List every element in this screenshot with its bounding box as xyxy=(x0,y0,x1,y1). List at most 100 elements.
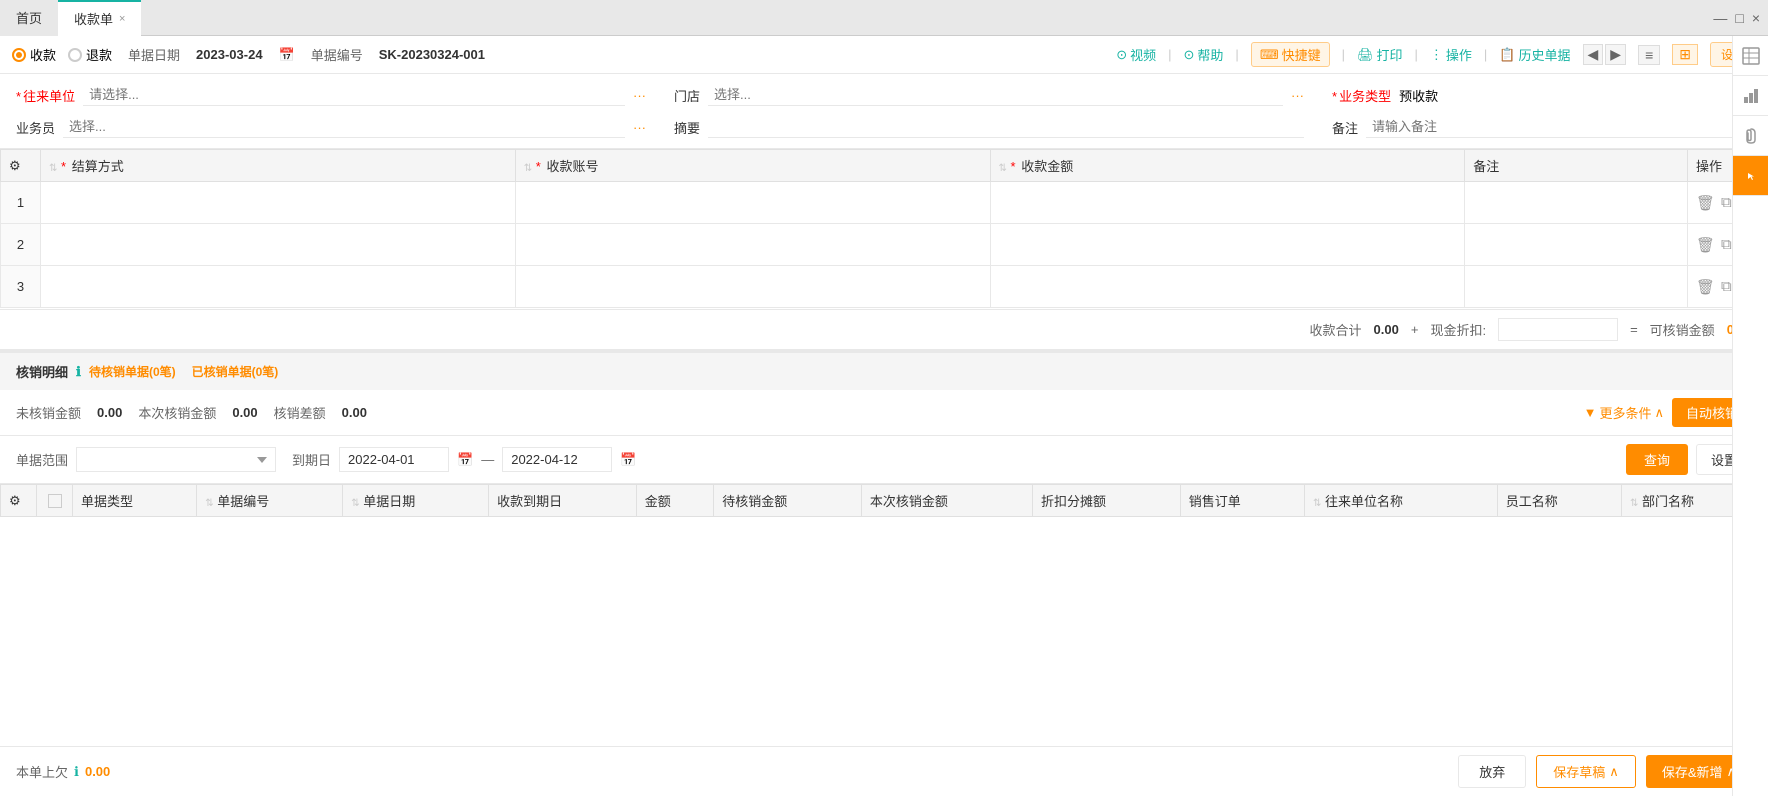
cell-settlement-3[interactable] xyxy=(41,266,516,308)
form-area: *往来单位 ··· 门店 ··· *业务类型 xyxy=(0,74,1768,149)
sidebar-table-icon[interactable] xyxy=(1733,36,1768,76)
shop-input[interactable] xyxy=(708,84,1283,106)
shortcut-icon: ⌨ xyxy=(1260,47,1279,63)
range-select[interactable] xyxy=(76,447,276,472)
cell-remark-1[interactable] xyxy=(1465,182,1688,224)
video-link[interactable]: ⊙ 视频 xyxy=(1116,45,1156,64)
th-amount: ⇅ * 收款金额 xyxy=(990,150,1465,182)
this-order-label: 本单上欠 xyxy=(16,762,68,781)
sidebar-chart-icon[interactable] xyxy=(1733,76,1768,116)
verify-info-icon[interactable]: ℹ xyxy=(76,364,81,380)
plus-sign: + xyxy=(1411,322,1419,337)
sidebar-clip-icon[interactable] xyxy=(1733,116,1768,156)
tab-home[interactable]: 首页 xyxy=(0,0,58,36)
date-end-calendar-icon[interactable]: 📅 xyxy=(620,452,636,468)
discount-input[interactable] xyxy=(1498,318,1618,341)
staff-section: 业务员 ··· xyxy=(16,116,646,138)
bill-value: SK-20230324-001 xyxy=(379,47,485,62)
cell-account-1[interactable] xyxy=(515,182,990,224)
radio-receipt[interactable]: 收款 xyxy=(12,45,56,64)
bill-label: 单据编号 xyxy=(311,45,363,64)
bth-discount: 折扣分摊额 xyxy=(1033,485,1181,517)
cell-amount-1[interactable] xyxy=(990,182,1465,224)
cell-amount-3[interactable] xyxy=(990,266,1465,308)
discount-label: 现金折扣: xyxy=(1430,320,1486,339)
history-link[interactable]: 📋 历史单据 xyxy=(1499,45,1570,64)
verify-tab-done[interactable]: 已核销单据(0笔) xyxy=(192,361,279,382)
help-icon: ⊙ xyxy=(1184,47,1195,63)
staff-input[interactable] xyxy=(63,116,625,138)
cell-settlement-2[interactable] xyxy=(41,224,516,266)
sidebar-cursor-icon[interactable] xyxy=(1733,156,1768,196)
copy-icon-1[interactable]: ⧉ xyxy=(1721,194,1732,211)
filter-icon: ▼ xyxy=(1584,405,1597,420)
window-controls: — □ × xyxy=(1713,10,1768,26)
nav-next[interactable]: ▶ xyxy=(1605,44,1626,65)
discard-button[interactable]: 放弃 xyxy=(1458,755,1526,788)
help-link[interactable]: ⊙ 帮助 xyxy=(1184,45,1224,64)
row-num-2: 2 xyxy=(1,224,41,266)
verify-tab-pending[interactable]: 待核销单据(0笔) xyxy=(89,361,176,382)
nav-prev[interactable]: ◀ xyxy=(1583,44,1604,65)
date-start-input[interactable] xyxy=(339,447,449,472)
radio-refund[interactable]: 退款 xyxy=(68,45,112,64)
cell-amount-2[interactable] xyxy=(990,224,1465,266)
close-button[interactable]: × xyxy=(1752,10,1760,26)
calendar-icon[interactable]: 📅 xyxy=(279,47,295,63)
remark-input[interactable] xyxy=(1366,116,1752,138)
bth-amount: 金额 xyxy=(636,485,713,517)
partner-more-icon[interactable]: ··· xyxy=(633,88,646,103)
radio-group: 收款 退款 xyxy=(12,45,112,64)
cell-settlement-1[interactable] xyxy=(41,182,516,224)
query-button[interactable]: 查询 xyxy=(1626,444,1688,475)
staff-label: 业务员 xyxy=(16,118,55,137)
shortcut-link[interactable]: ⌨ 快捷键 xyxy=(1251,42,1330,67)
bth-checkbox xyxy=(37,485,73,517)
radio-receipt-label: 收款 xyxy=(30,45,56,64)
th-settings[interactable]: ⚙ xyxy=(1,150,41,182)
chevron-up-icon: ∧ xyxy=(1654,405,1664,421)
date-start-calendar-icon[interactable]: 📅 xyxy=(457,452,473,468)
history-icon: 📋 xyxy=(1499,47,1515,63)
verifiable-label: 可核销金额 xyxy=(1650,320,1715,339)
equals-sign: = xyxy=(1630,322,1638,337)
operation-link[interactable]: ⋮ 操作 xyxy=(1430,45,1472,64)
partner-input[interactable] xyxy=(83,84,625,106)
bth-settings[interactable]: ⚙ xyxy=(1,485,37,517)
search-row: 单据范围 到期日 📅 — 📅 查询 设置 xyxy=(0,436,1768,484)
select-all-checkbox[interactable] xyxy=(48,494,62,508)
delete-icon-1[interactable]: 🗑 xyxy=(1696,194,1715,212)
partner-section: *往来单位 ··· xyxy=(16,84,646,106)
shop-more-icon[interactable]: ··· xyxy=(1291,88,1304,103)
copy-icon-2[interactable]: ⧉ xyxy=(1721,236,1732,253)
date-end-input[interactable] xyxy=(502,447,612,472)
more-conditions-link[interactable]: ▼ 更多条件 ∧ xyxy=(1584,403,1664,422)
staff-more-icon[interactable]: ··· xyxy=(633,120,646,135)
cell-remark-2[interactable] xyxy=(1465,224,1688,266)
main-content: 收款 退款 单据日期 2023-03-24 📅 单据编号 SK-20230324… xyxy=(0,36,1768,796)
summary-input[interactable] xyxy=(708,116,1304,138)
menu-grid-icon[interactable]: ⊞ xyxy=(1672,44,1698,65)
maximize-button[interactable]: □ xyxy=(1735,10,1743,26)
cell-account-3[interactable] xyxy=(515,266,990,308)
save-draft-button[interactable]: 保存草稿 ∧ xyxy=(1536,755,1636,788)
bottom-table-wrap: ⚙ 单据类型 ⇅ 单据编号 xyxy=(0,484,1768,746)
delete-icon-3[interactable]: 🗑 xyxy=(1696,278,1715,296)
biz-type-section: *业务类型 预收款 ▼ xyxy=(1332,86,1752,105)
delete-icon-2[interactable]: 🗑 xyxy=(1696,236,1715,254)
bth-due-date: 收款到期日 xyxy=(489,485,637,517)
toolbar-right: ⊙ 视频 | ⊙ 帮助 | ⌨ 快捷键 | 🖨 xyxy=(1116,42,1756,67)
bth-current: 本次核销金额 xyxy=(861,485,1032,517)
cell-remark-3[interactable] xyxy=(1465,266,1688,308)
main-table-section: ⚙ ⇅ * 结算方式 ⇅ * 收款账号 xyxy=(0,149,1768,309)
main-wrap: 收款 退款 单据日期 2023-03-24 📅 单据编号 SK-20230324… xyxy=(0,36,1768,796)
table-row: 3 🗑 ⧉ xyxy=(1,266,1768,308)
unverified-value: 0.00 xyxy=(97,405,122,420)
tab-active[interactable]: 收款单 × xyxy=(58,0,141,36)
copy-icon-3[interactable]: ⧉ xyxy=(1721,278,1732,295)
cell-account-2[interactable] xyxy=(515,224,990,266)
menu-icon[interactable]: ≡ xyxy=(1638,45,1660,65)
print-link[interactable]: 🖨 打印 xyxy=(1357,45,1403,64)
tab-close-icon[interactable]: × xyxy=(119,13,125,25)
minimize-button[interactable]: — xyxy=(1713,10,1727,26)
